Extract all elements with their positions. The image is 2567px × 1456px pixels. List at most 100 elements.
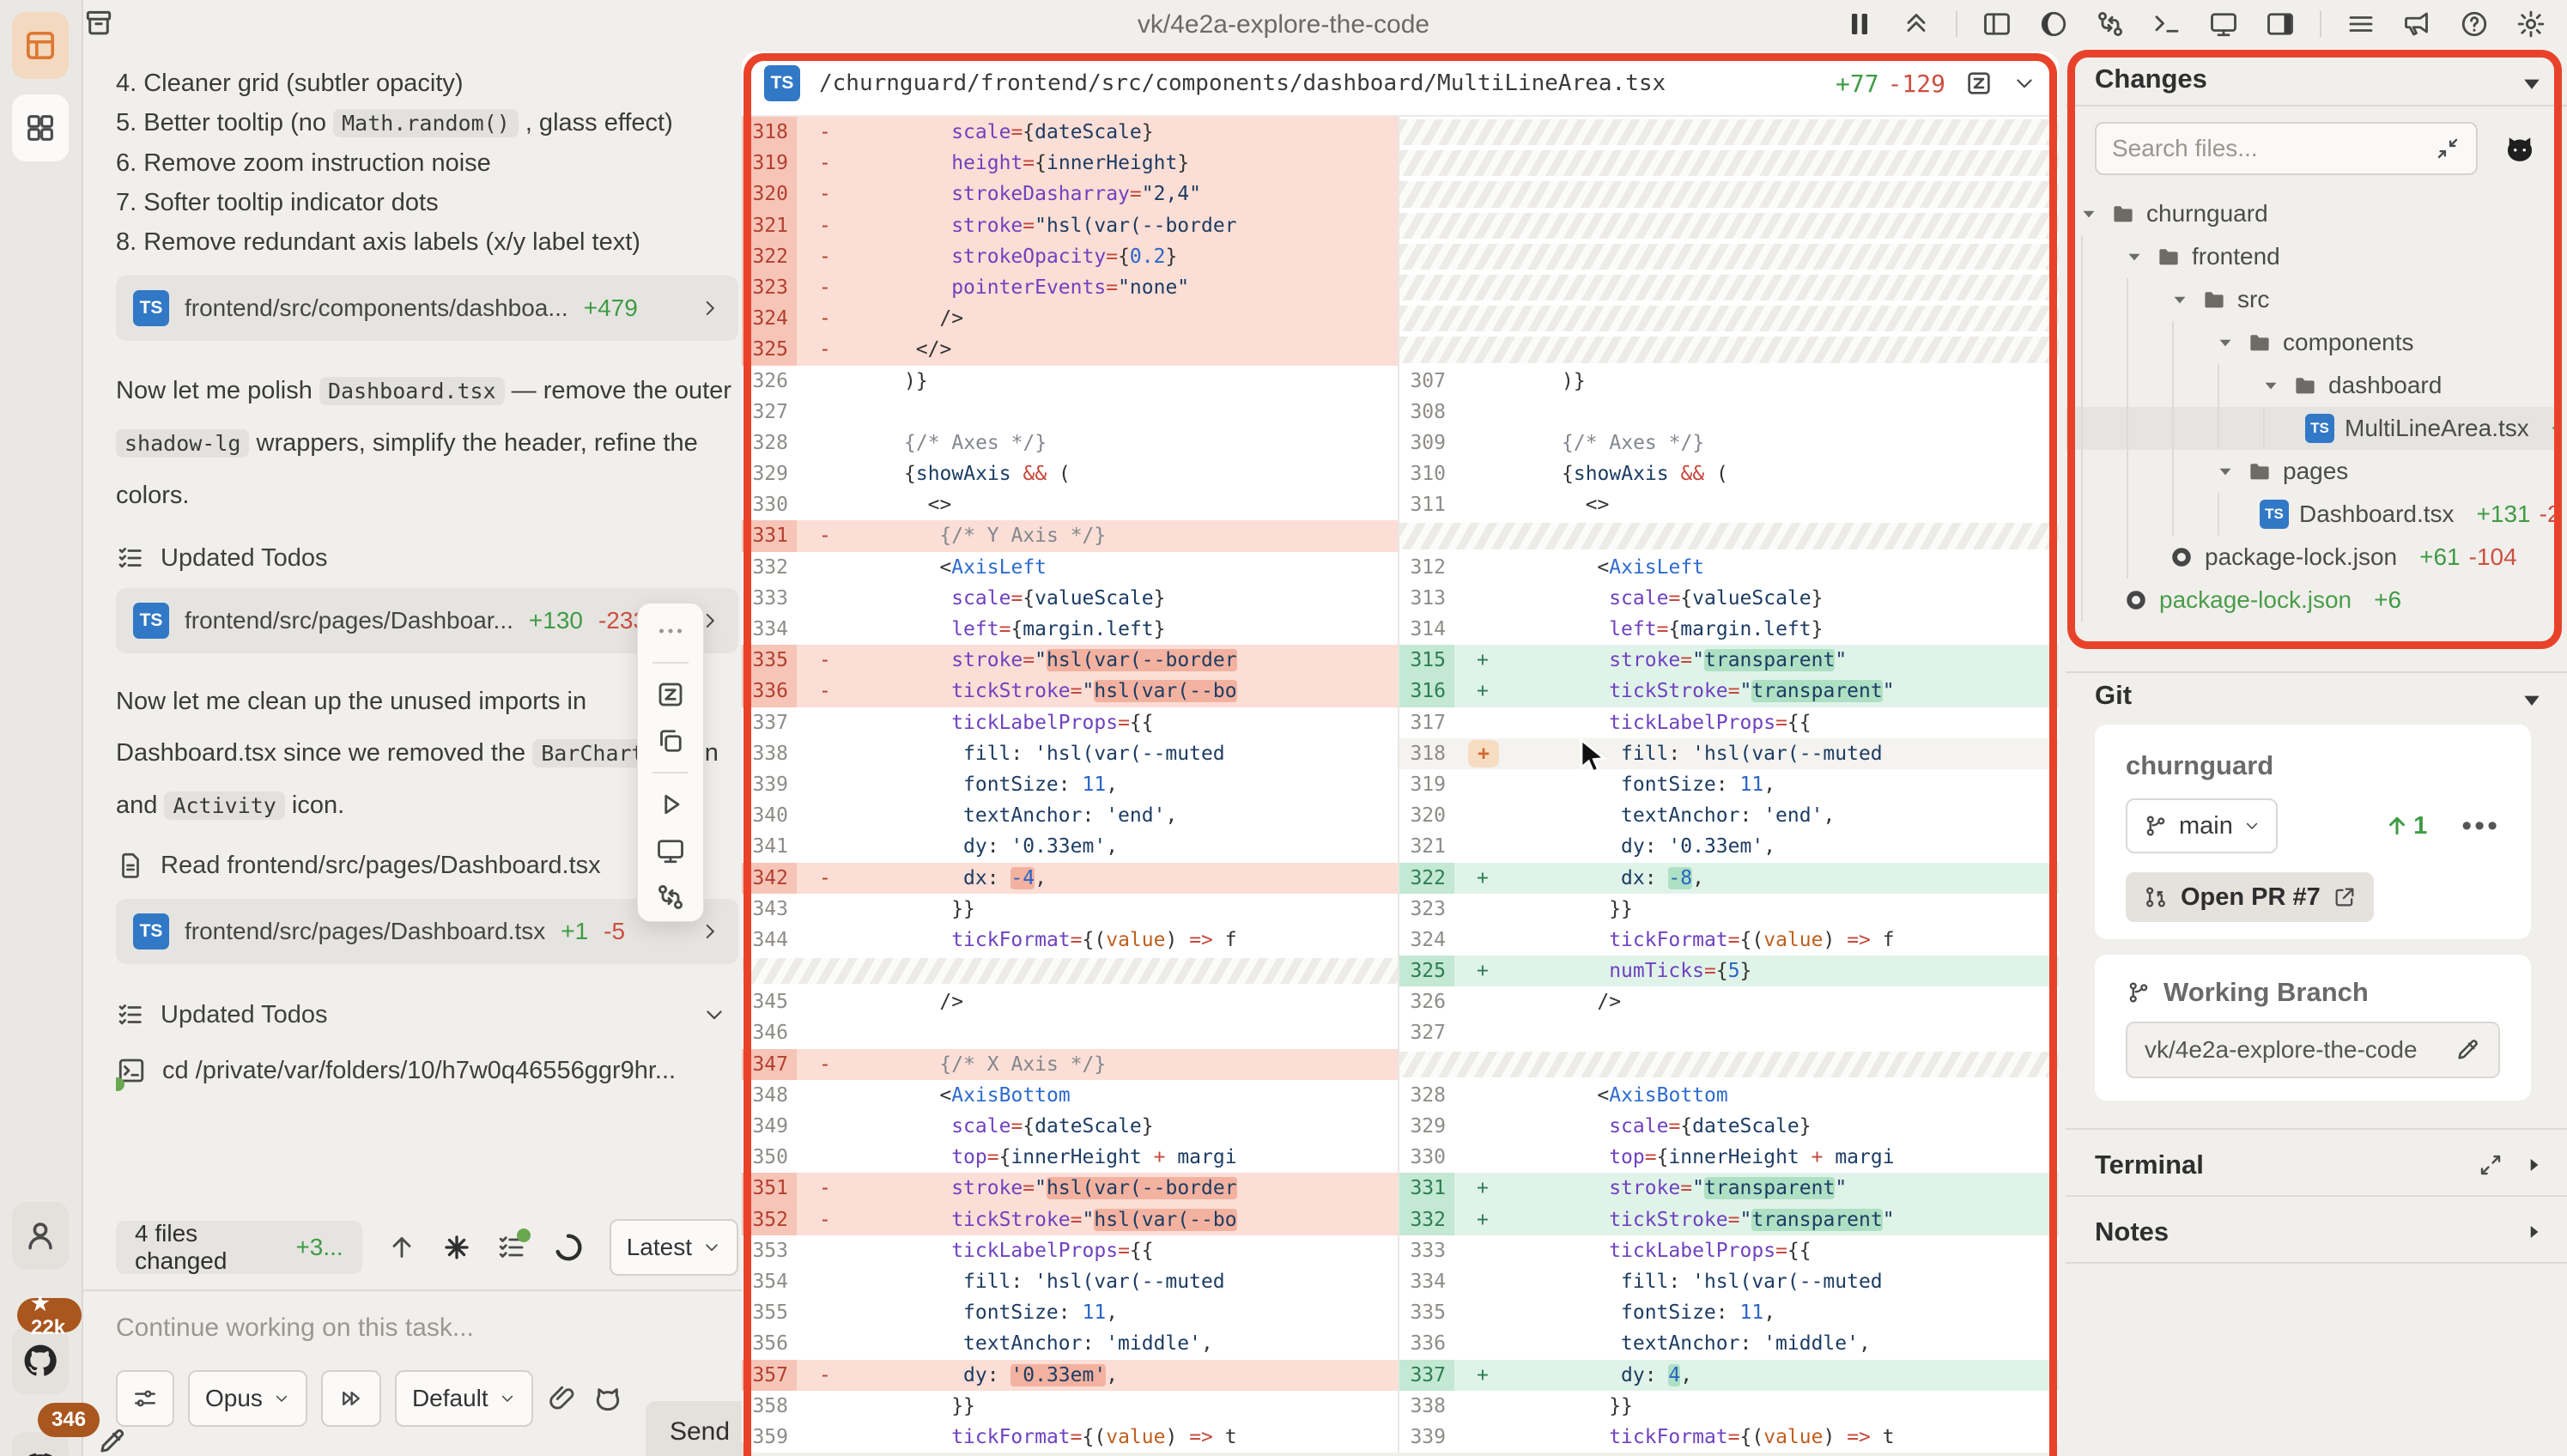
collapse-triangle-icon[interactable] — [2519, 687, 2545, 713]
tree-item-package-lock.json[interactable]: package-lock.json+61-104 — [2066, 536, 2562, 579]
tri-down-icon[interactable] — [2519, 687, 2545, 713]
files-changed-chip[interactable]: 4 files changed +3... — [116, 1221, 362, 1274]
diff-row[interactable]: 357-dy: '0.33em',337+dy: 4, — [742, 1360, 2059, 1391]
ff-icon[interactable] — [338, 1386, 364, 1411]
tri-down-icon[interactable] — [2519, 70, 2545, 96]
git-compare-button[interactable] — [655, 882, 686, 913]
sparkle-icon[interactable] — [441, 1232, 472, 1263]
cat-outline-icon[interactable] — [592, 1382, 624, 1415]
diff-row[interactable]: 356textAnchor: 'middle',336textAnchor: '… — [742, 1328, 2059, 1359]
git-header[interactable]: Git — [2095, 680, 2132, 711]
panel-right-button[interactable] — [2263, 7, 2297, 41]
open-in-zed-icon[interactable] — [1964, 69, 1994, 98]
diff-row[interactable]: 338fill: 'hsl(var(--muted318+fill: 'hsl(… — [742, 738, 2059, 769]
diff-row[interactable]: 319-height={innerHeight} — [742, 148, 2059, 179]
chevron-right-icon[interactable] — [2522, 1154, 2545, 1176]
branch-icon[interactable] — [2126, 980, 2151, 1005]
diff-row[interactable]: 340textAnchor: 'end',320textAnchor: 'end… — [742, 800, 2059, 831]
diff-row[interactable]: 327308 — [742, 397, 2059, 428]
diff-row[interactable]: 324-/> — [742, 303, 2059, 334]
diff-row[interactable]: 358}}338}} — [742, 1391, 2059, 1422]
pencil-icon[interactable] — [95, 1425, 128, 1456]
diff-row[interactable]: 334left={margin.left}314left={margin.lef… — [742, 614, 2059, 645]
diff-row[interactable]: 339fontSize: 11,319fontSize: 11, — [742, 769, 2059, 800]
rail-user-button[interactable] — [12, 1202, 69, 1269]
sliders-icon[interactable] — [131, 1385, 159, 1412]
tree-item-MultiLineArea.tsx[interactable]: TSMultiLineArea.tsx+110-162 — [2066, 407, 2562, 450]
diff-row[interactable]: 348<AxisBottom328<AxisBottom — [742, 1080, 2059, 1111]
tree-item-components[interactable]: components — [2066, 321, 2562, 364]
external-icon[interactable] — [2333, 885, 2357, 909]
panel-left-button[interactable] — [1980, 7, 2014, 41]
collapse-tree-icon[interactable] — [2435, 136, 2461, 161]
diff-row[interactable]: 359tickFormat={(value) => t339tickFormat… — [742, 1422, 2059, 1453]
model-dropdown[interactable]: Opus — [188, 1370, 307, 1427]
file-chip-multilinearea[interactable]: TS frontend/src/components/dashboa...+47… — [116, 276, 738, 341]
chev-down-icon[interactable] — [2012, 71, 2036, 95]
diff-row[interactable]: 352-tickStroke="hsl(var(--bo332+tickStro… — [742, 1204, 2059, 1235]
burst-icon[interactable] — [441, 1232, 472, 1263]
chev-down-icon[interactable] — [702, 1238, 721, 1257]
pencil-icon[interactable] — [2454, 1036, 2481, 1064]
diff-row[interactable]: 337tickLabelProps={{317tickLabelProps={{ — [742, 707, 2059, 738]
diff-row[interactable]: 336-tickStroke="hsl(var(--bo316+tickStro… — [742, 676, 2059, 707]
notes-section[interactable]: Notes — [2095, 1207, 2545, 1257]
tri-right-icon[interactable] — [2522, 1154, 2545, 1176]
diff-row[interactable]: 322-strokeOpacity={0.2} — [742, 241, 2059, 272]
todos-icon[interactable] — [496, 1232, 527, 1263]
diff-row[interactable]: 331-{/* Y Axis */} — [742, 520, 2059, 551]
copy-button[interactable] — [655, 725, 686, 756]
pr-icon[interactable] — [2143, 884, 2169, 910]
tree-item-Dashboard.tsx[interactable]: TSDashboard.tsx+131-233 — [2066, 493, 2562, 536]
spinner-icon[interactable] — [551, 1230, 586, 1265]
cat-outline-icon[interactable] — [592, 1382, 624, 1415]
diff-row[interactable]: 332<AxisLeft312<AxisLeft — [742, 552, 2059, 583]
diff-row[interactable]: 347-{/* X Axis */} — [742, 1049, 2059, 1080]
tree-item-src[interactable]: src — [2066, 278, 2562, 321]
theme-button[interactable] — [2036, 7, 2071, 41]
monitor-button[interactable] — [655, 835, 686, 866]
diff-row[interactable]: 345/>326/> — [742, 986, 2059, 1017]
terminal-button[interactable] — [2150, 7, 2184, 41]
chev-down-icon[interactable] — [273, 1390, 290, 1407]
tree-item-frontend[interactable]: frontend — [2066, 235, 2562, 278]
diff-row[interactable]: 326)}307)} — [742, 366, 2059, 397]
changes-header[interactable]: Changes — [2095, 64, 2207, 94]
rail-layout-button[interactable] — [12, 12, 69, 79]
monitor-button[interactable] — [2206, 7, 2241, 41]
highlighter-icon[interactable] — [95, 1425, 128, 1456]
collapse-triangle-icon[interactable] — [2519, 70, 2545, 96]
collapse-icon[interactable] — [2435, 136, 2461, 161]
attach-icon[interactable] — [547, 1383, 578, 1414]
diff-row[interactable]: 328{/* Axes */}309{/* Axes */} — [742, 428, 2059, 458]
tree-item-dashboard[interactable]: dashboard — [2066, 364, 2562, 407]
edit-branch-icon[interactable] — [2454, 1036, 2481, 1064]
pause-button[interactable] — [1842, 7, 1877, 41]
send-button[interactable]: Send — [646, 1401, 745, 1456]
tri-right-icon[interactable] — [2522, 1221, 2545, 1243]
megaphone-button[interactable] — [2400, 7, 2435, 41]
dots-button[interactable] — [655, 616, 686, 646]
help-button[interactable] — [2457, 7, 2491, 41]
expand-icon[interactable] — [2478, 1152, 2503, 1178]
fast-forward-button[interactable] — [321, 1370, 381, 1427]
branch-icon[interactable] — [2143, 813, 2169, 839]
diff-row[interactable]: 333scale={valueScale}313scale={valueScal… — [742, 583, 2059, 614]
tree-item-churnguard[interactable]: churnguard — [2066, 192, 2562, 235]
diff-row[interactable]: 342-dx: -4,322+dx: -8, — [742, 863, 2059, 894]
arrow-up-icon[interactable] — [386, 1232, 417, 1263]
diff-row[interactable]: 343}}323}} — [742, 894, 2059, 925]
expand-icon[interactable] — [2478, 1152, 2503, 1178]
settings-sliders-button[interactable] — [116, 1370, 174, 1427]
mode-dropdown[interactable]: Default — [395, 1370, 533, 1427]
play-button[interactable] — [655, 789, 686, 820]
diff-row[interactable]: 325+numTicks={5} — [742, 956, 2059, 986]
cat-icon[interactable] — [2502, 130, 2538, 167]
tree-item-pages[interactable]: pages — [2066, 450, 2562, 493]
chev-down-icon[interactable] — [499, 1390, 516, 1407]
diff-row[interactable]: 320-strokeDasharray="2,4" — [742, 179, 2059, 209]
repo-menu-button[interactable]: ••• — [2461, 810, 2500, 843]
chevrons-up-button[interactable] — [1899, 7, 1933, 41]
cat-icon[interactable] — [2502, 130, 2538, 167]
paperclip-icon[interactable] — [547, 1383, 578, 1414]
